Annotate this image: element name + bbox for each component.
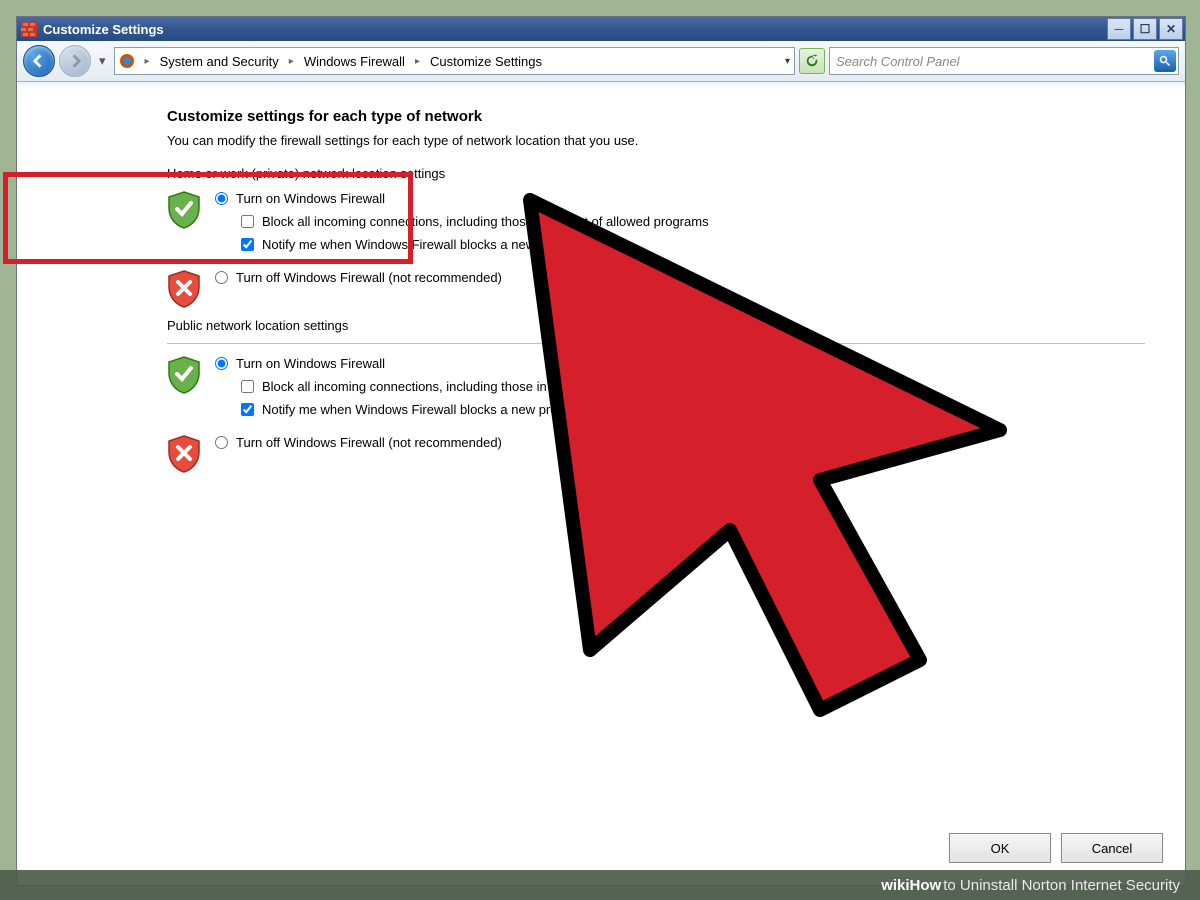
chevron-right-icon: ▸	[415, 56, 420, 67]
search-icon[interactable]	[1154, 50, 1176, 72]
breadcrumb-item[interactable]: Windows Firewall	[304, 54, 405, 69]
content-area: Customize settings for each type of netw…	[17, 90, 1185, 473]
header-shadow	[17, 82, 1185, 90]
search-input[interactable]: Search Control Panel	[829, 47, 1179, 75]
breadcrumb-item[interactable]: Customize Settings	[430, 54, 542, 69]
private-notify-label: Notify me when Windows Firewall blocks a…	[262, 237, 587, 252]
window-title: Customize Settings	[43, 22, 1105, 37]
private-block-all-checkbox[interactable]	[241, 215, 254, 228]
address-bar[interactable]: ▸ System and Security ▸ Windows Firewall…	[114, 47, 795, 75]
history-dropdown[interactable]: ▾	[95, 53, 110, 69]
wikihow-text: to Uninstall Norton Internet Security	[943, 877, 1180, 894]
chevron-right-icon: ▸	[289, 56, 294, 67]
minimize-button[interactable]: ─	[1107, 18, 1131, 40]
public-turn-on-label: Turn on Windows Firewall	[236, 356, 385, 371]
shield-off-icon	[167, 270, 201, 308]
chevron-right-icon: ▸	[145, 56, 150, 67]
public-notify-checkbox[interactable]	[241, 403, 254, 416]
public-block-all-checkbox[interactable]	[241, 380, 254, 393]
public-turn-on-radio[interactable]	[215, 357, 228, 370]
ok-button[interactable]: OK	[949, 833, 1051, 863]
public-section-divider	[167, 343, 1145, 344]
navigation-bar: ▾ ▸ System and Security ▸ Windows Firewa…	[17, 41, 1185, 82]
page-heading: Customize settings for each type of netw…	[167, 108, 1145, 125]
public-notify-label: Notify me when Windows Firewall blocks a…	[262, 402, 587, 417]
breadcrumb-item[interactable]: System and Security	[160, 54, 279, 69]
wikihow-brand: wikiHow	[881, 877, 941, 894]
private-turn-on-label: Turn on Windows Firewall	[236, 191, 385, 206]
private-notify-checkbox[interactable]	[241, 238, 254, 251]
search-placeholder: Search Control Panel	[836, 54, 1154, 69]
private-turn-off-label: Turn off Windows Firewall (not recommend…	[236, 270, 502, 285]
public-turn-off-label: Turn off Windows Firewall (not recommend…	[236, 435, 502, 450]
private-section-title: Home or work (private) network location …	[167, 166, 1145, 181]
private-turn-on-radio[interactable]	[215, 192, 228, 205]
public-turn-off-radio[interactable]	[215, 436, 228, 449]
shield-on-icon	[167, 191, 201, 229]
refresh-button[interactable]	[799, 48, 825, 74]
dialog-buttons: OK Cancel	[949, 833, 1163, 863]
address-dropdown-icon[interactable]: ▾	[785, 56, 790, 67]
public-section-title: Public network location settings	[167, 318, 1145, 333]
private-block-all-label: Block all incoming connections, includin…	[262, 214, 709, 229]
shield-on-icon	[167, 356, 201, 394]
wikihow-banner: wikiHow to Uninstall Norton Internet Sec…	[0, 870, 1200, 900]
page-intro: You can modify the firewall settings for…	[167, 133, 1145, 148]
close-button[interactable]: ✕	[1159, 18, 1183, 40]
shield-off-icon	[167, 435, 201, 473]
private-turn-off-radio[interactable]	[215, 271, 228, 284]
cancel-button[interactable]: Cancel	[1061, 833, 1163, 863]
control-panel-icon	[119, 53, 135, 69]
forward-button[interactable]	[59, 45, 91, 77]
window-frame: Customize Settings ─ ☐ ✕ ▾ ▸ System and …	[16, 16, 1186, 886]
firewall-icon	[21, 21, 37, 37]
public-block-all-label: Block all incoming connections, includin…	[262, 379, 588, 394]
back-button[interactable]	[23, 45, 55, 77]
title-bar: Customize Settings ─ ☐ ✕	[17, 17, 1185, 41]
maximize-button[interactable]: ☐	[1133, 18, 1157, 40]
